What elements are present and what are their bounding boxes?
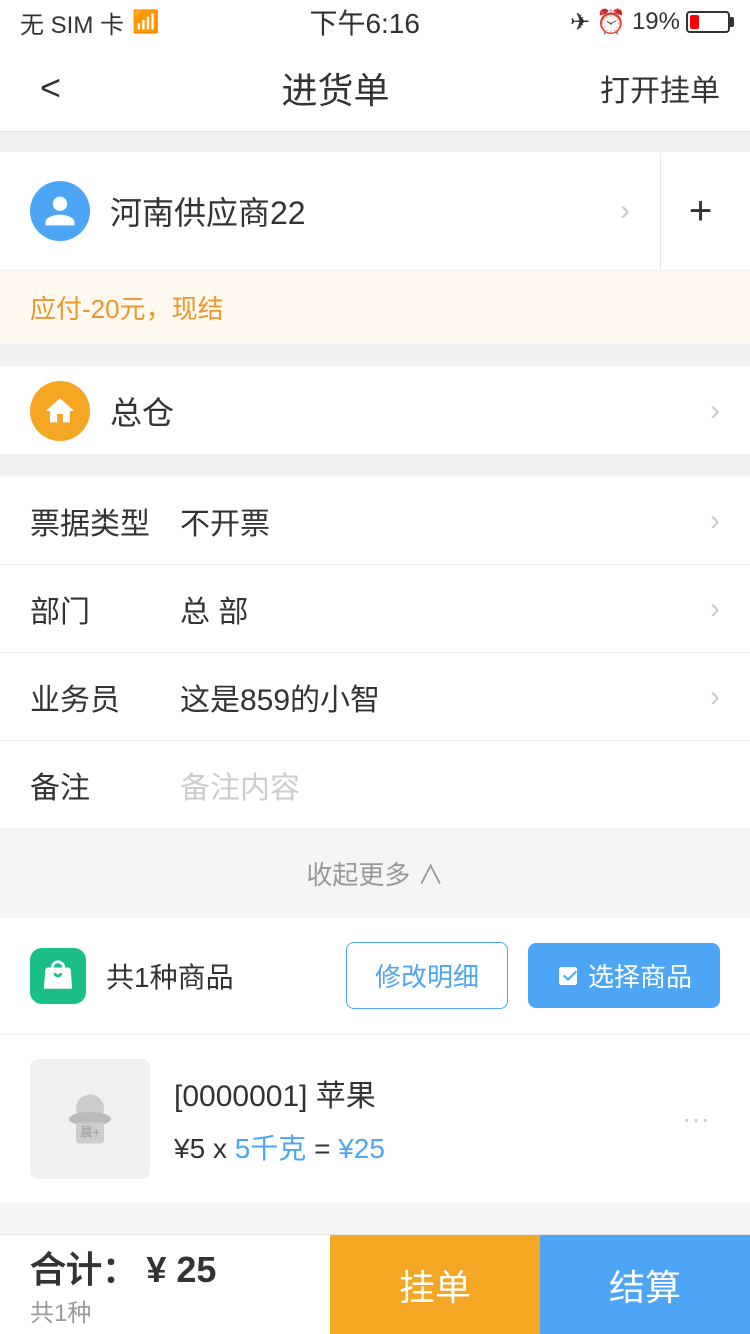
battery-text: 19%: [632, 8, 680, 36]
alarm-icon: ⏰: [596, 8, 626, 37]
product-multiply: x: [213, 1133, 235, 1164]
location-icon: ✈: [570, 8, 590, 37]
invoice-type-value: 不开票: [160, 499, 710, 543]
supplier-chevron-icon: ›: [620, 194, 630, 228]
product-count-text: 共1种商品: [106, 956, 326, 996]
total-count: 共1种: [30, 1293, 300, 1328]
battery-icon: [686, 11, 730, 33]
status-left: 无 SIM 卡 📶: [20, 5, 159, 40]
person-icon: [42, 193, 78, 229]
select-product-icon: [556, 964, 580, 988]
page-title: 进货单: [282, 62, 390, 114]
product-quantity: 5千克: [235, 1133, 307, 1164]
status-right: ✈ ⏰ 19%: [570, 8, 730, 37]
total-value: ¥ 25: [146, 1249, 216, 1290]
product-total: ¥25: [338, 1133, 385, 1164]
department-chevron-icon: ›: [710, 592, 720, 626]
status-bar: 无 SIM 卡 📶 下午6:16 ✈ ⏰ 19%: [0, 0, 750, 44]
open-pending-button[interactable]: 打开挂单: [600, 66, 720, 110]
svg-text:晨+: 晨+: [80, 1126, 100, 1140]
back-button[interactable]: <: [30, 57, 71, 119]
product-more-button[interactable]: ···: [672, 1093, 720, 1145]
product-item: 晨+ [0000001] 苹果 ¥5 x 5千克 = ¥25 ···: [0, 1035, 750, 1203]
product-unit-price: ¥5: [174, 1133, 205, 1164]
product-name: [0000001] 苹果: [174, 1071, 648, 1115]
product-equals: =: [314, 1133, 338, 1164]
note-placeholder[interactable]: 备注内容: [160, 763, 720, 807]
department-label: 部门: [30, 587, 160, 631]
edit-detail-button[interactable]: 修改明细: [346, 942, 508, 1009]
supplier-section[interactable]: 河南供应商22 › +: [0, 152, 750, 271]
divider-warehouse: [0, 345, 750, 365]
warehouse-chevron-icon: ›: [710, 394, 720, 428]
invoice-type-chevron-icon: ›: [710, 504, 720, 538]
checkout-button[interactable]: 结算: [540, 1235, 750, 1334]
wifi-icon: 📶: [132, 9, 159, 35]
select-product-label: 选择商品: [588, 957, 692, 994]
warehouse-name: 总仓: [110, 388, 710, 434]
product-price: ¥5 x 5千克 = ¥25: [174, 1127, 648, 1167]
summary-info: 合计： ¥ 25 共1种: [0, 1241, 330, 1328]
select-product-button[interactable]: 选择商品: [528, 943, 720, 1008]
divider-top: [0, 132, 750, 152]
invoice-type-row[interactable]: 票据类型 不开票 ›: [0, 477, 750, 565]
supplier-name: 河南供应商22: [110, 152, 620, 270]
form-section: 票据类型 不开票 › 部门 总 部 › 业务员 这是859的小智 › 备注 备注…: [0, 477, 750, 829]
salesperson-row[interactable]: 业务员 这是859的小智 ›: [0, 653, 750, 741]
note-row[interactable]: 备注 备注内容: [0, 741, 750, 829]
product-info: [0000001] 苹果 ¥5 x 5千克 = ¥25: [174, 1071, 648, 1167]
product-icon: [30, 948, 86, 1004]
collapse-button[interactable]: 收起更多 ∧: [0, 831, 750, 916]
department-row[interactable]: 部门 总 部 ›: [0, 565, 750, 653]
note-label: 备注: [30, 763, 160, 807]
department-value: 总 部: [160, 587, 710, 631]
salesperson-chevron-icon: ›: [710, 680, 720, 714]
product-header: 共1种商品 修改明细 选择商品: [0, 918, 750, 1033]
supplier-avatar: [30, 181, 90, 241]
status-time: 下午6:16: [309, 2, 420, 42]
nav-bar: < 进货单 打开挂单: [0, 44, 750, 132]
shopping-bag-icon: [41, 959, 75, 993]
invoice-type-label: 票据类型: [30, 499, 160, 543]
warehouse-section[interactable]: 总仓 ›: [0, 367, 750, 455]
product-thumbnail: 晨+: [30, 1059, 150, 1179]
salesperson-value: 这是859的小智: [160, 675, 710, 719]
add-supplier-button[interactable]: +: [660, 153, 720, 270]
salesperson-label: 业务员: [30, 675, 160, 719]
hang-button[interactable]: 挂单: [330, 1235, 540, 1334]
divider-form: [0, 455, 750, 475]
warehouse-icon: [30, 381, 90, 441]
home-icon: [43, 394, 77, 428]
product-placeholder-icon: 晨+: [55, 1084, 125, 1154]
total-label: 合计：: [30, 1249, 138, 1290]
bottom-bar: 合计： ¥ 25 共1种 挂单 结算: [0, 1234, 750, 1334]
carrier-text: 无 SIM 卡: [20, 5, 124, 40]
payment-info: 应付-20元，现结: [0, 271, 750, 345]
total-amount: 合计： ¥ 25: [30, 1241, 300, 1293]
